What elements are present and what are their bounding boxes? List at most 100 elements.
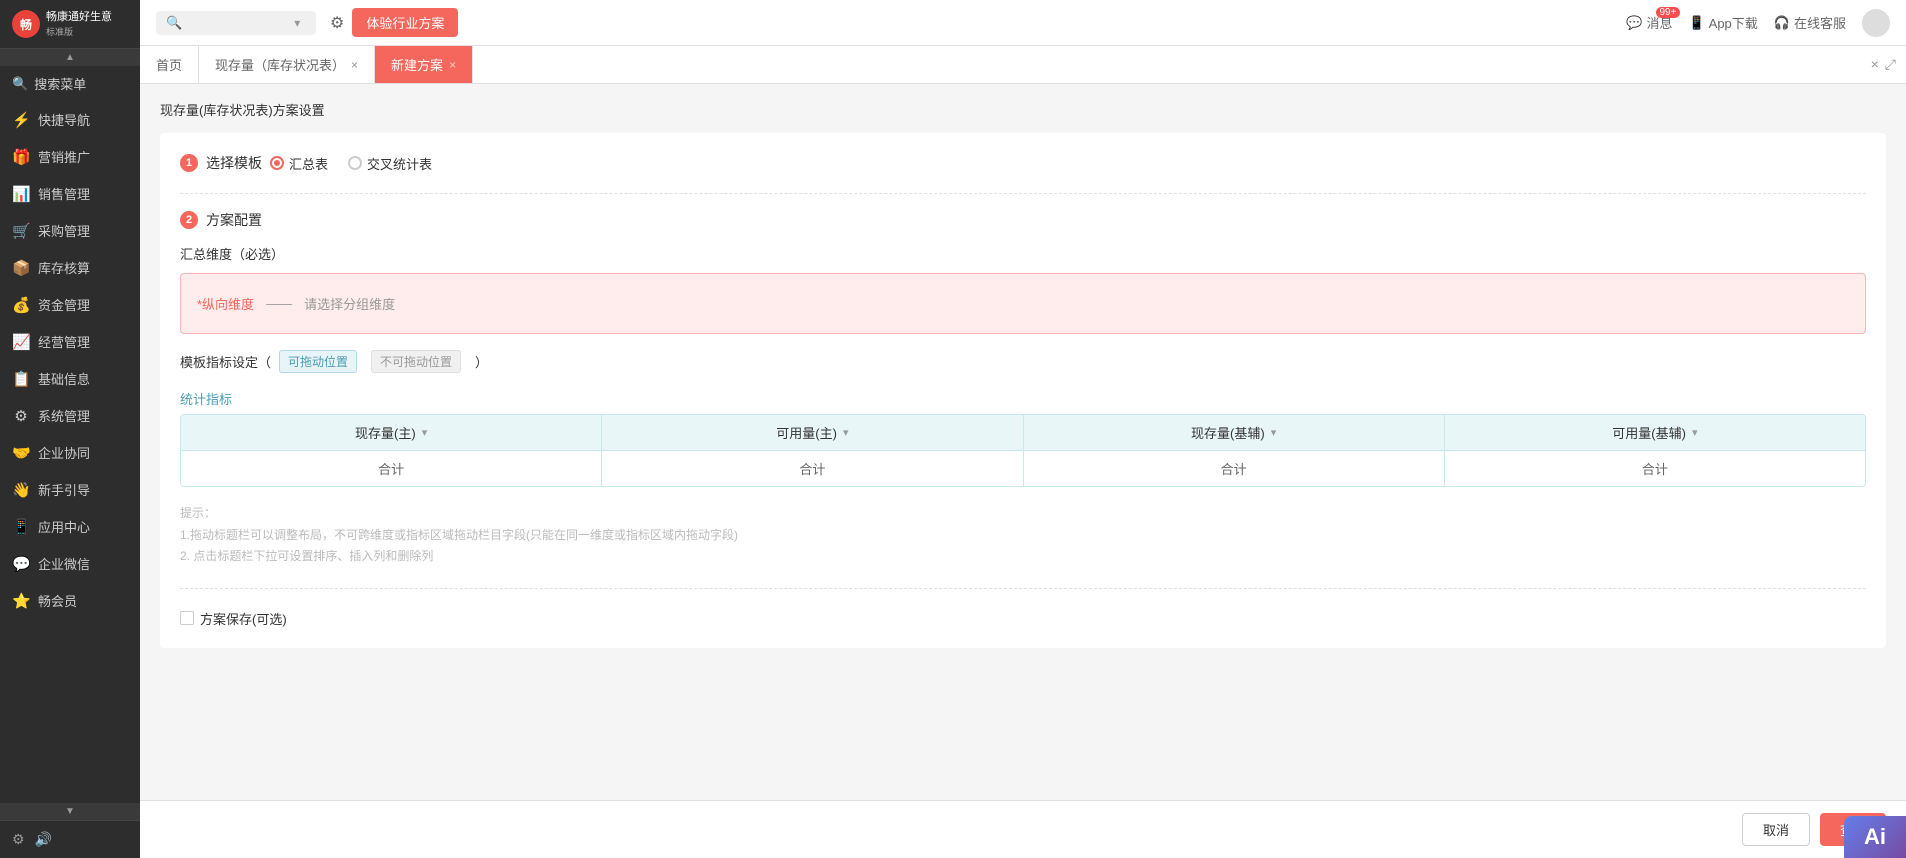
sidebar-item-enterprise[interactable]: 🤝 企业协同 xyxy=(0,434,140,471)
ai-badge[interactable]: Ai xyxy=(1844,816,1906,858)
finance-icon: 💰 xyxy=(12,296,30,314)
dimension-row: *纵向维度 —— 请选择分组维度 xyxy=(197,294,1849,313)
app-download-icon: 📱 xyxy=(1688,15,1704,31)
radio-cross-circle xyxy=(348,156,362,170)
save-option: 方案保存(可选) xyxy=(180,609,1866,628)
topbar-right: 💬 消息 99+ 📱 App下载 🎧 在线客服 xyxy=(1626,9,1890,37)
sidebar-system-label: 系统管理 xyxy=(38,406,90,425)
sidebar-quick-nav-label: 快捷导航 xyxy=(38,110,90,129)
stats-header-row: 现存量(主) ▾ 可用量(主) ▾ 现存量(基辅) ▾ xyxy=(181,415,1865,450)
app-name: 畅康通好生意 xyxy=(46,10,112,24)
topbar-gear-icon[interactable]: ⚙ xyxy=(330,13,344,33)
sidebar-marketing-label: 营销推广 xyxy=(38,147,90,166)
step1-title: 选择模板 xyxy=(206,153,262,173)
stats-data-1: 合计 xyxy=(181,450,602,486)
tabs-bar: 首页 现存量（库存状况表） × 新建方案 × × ⤢ xyxy=(140,46,1906,84)
stats-col-2-chevron[interactable]: ▾ xyxy=(843,426,849,439)
summary-dimension-label: 汇总维度（必选） xyxy=(180,244,1866,263)
stats-data-4: 合计 xyxy=(1445,450,1865,486)
settings-icon[interactable]: ⚙ xyxy=(12,831,25,848)
radio-summary[interactable]: 汇总表 xyxy=(270,154,328,173)
wechat-icon: 💬 xyxy=(12,555,30,573)
template-radio-group: 汇总表 交叉统计表 xyxy=(270,154,432,173)
sidebar-search-label: 搜索菜单 xyxy=(34,74,86,93)
app-download-btn[interactable]: 📱 App下载 xyxy=(1688,13,1757,32)
settings-card: 1 选择模板 汇总表 交叉统计表 xyxy=(160,133,1886,648)
save-divider xyxy=(180,588,1866,589)
radio-cross-label: 交叉统计表 xyxy=(367,154,432,173)
sidebar-item-quick-nav[interactable]: ⚡ 快捷导航 xyxy=(0,101,140,138)
tips-title: 提示： xyxy=(180,506,216,520)
cancel-button[interactable]: 取消 xyxy=(1742,813,1810,846)
app-center-icon: 📱 xyxy=(12,518,30,536)
radio-summary-label: 汇总表 xyxy=(289,154,328,173)
save-option-label: 方案保存(可选) xyxy=(200,609,287,628)
member-icon: ⭐ xyxy=(12,592,30,610)
sidebar-item-app-center[interactable]: 📱 应用中心 xyxy=(0,508,140,545)
topbar-search-input[interactable] xyxy=(188,16,288,30)
tag-draggable: 可拖动位置 xyxy=(279,350,357,373)
message-btn[interactable]: 💬 消息 99+ xyxy=(1626,13,1672,32)
step2-header: 2 方案配置 xyxy=(180,210,1866,230)
stats-col-4-label: 可用量(基辅) xyxy=(1612,423,1686,442)
stats-col-1[interactable]: 现存量(主) ▾ xyxy=(181,415,602,450)
topbar-search-icon: 🔍 xyxy=(166,15,182,31)
radio-cross[interactable]: 交叉统计表 xyxy=(348,154,432,173)
sidebar-scroll-up[interactable]: ▲ xyxy=(0,49,140,66)
sidebar-item-system[interactable]: ⚙ 系统管理 xyxy=(0,397,140,434)
sidebar-scroll-down[interactable]: ▼ xyxy=(0,803,140,820)
sidebar-item-wechat[interactable]: 💬 企业微信 xyxy=(0,545,140,582)
tab-collapse-icon[interactable]: × xyxy=(1871,56,1879,73)
message-badge: 99+ xyxy=(1656,7,1681,18)
tab-new-plan[interactable]: 新建方案 × xyxy=(375,46,473,83)
sidebar-item-basic-info[interactable]: 📋 基础信息 xyxy=(0,360,140,397)
stats-col-3-chevron[interactable]: ▾ xyxy=(1271,426,1277,439)
sidebar-item-marketing[interactable]: 🎁 营销推广 xyxy=(0,138,140,175)
stats-section: 统计指标 现存量(主) ▾ 可用量(主) ▾ xyxy=(180,389,1866,487)
sidebar-item-inventory[interactable]: 📦 库存核算 xyxy=(0,249,140,286)
topbar-search-bar[interactable]: 🔍 ▾ xyxy=(156,11,316,35)
sidebar-bottom: ⚙ 🔊 xyxy=(0,820,140,858)
sidebar-item-management[interactable]: 📈 经营管理 xyxy=(0,323,140,360)
dimension-box[interactable]: *纵向维度 —— 请选择分组维度 xyxy=(180,273,1866,334)
stats-col-3[interactable]: 现存量(基辅) ▾ xyxy=(1024,415,1445,450)
stats-col-1-chevron[interactable]: ▾ xyxy=(422,426,428,439)
sidebar-wechat-label: 企业微信 xyxy=(38,554,90,573)
topbar-left: 🔍 ▾ ⚙ 体验行业方案 xyxy=(156,8,1616,37)
tab-home[interactable]: 首页 xyxy=(140,46,199,83)
sidebar-item-guide[interactable]: 👋 新手引导 xyxy=(0,471,140,508)
sidebar-item-search[interactable]: 🔍 搜索菜单 xyxy=(0,66,140,101)
stats-data-2: 合计 xyxy=(602,450,1023,486)
step2-section: 2 方案配置 汇总维度（必选） *纵向维度 —— 请选择分组维度 xyxy=(180,210,1866,568)
sidebar: 畅 畅康通好生意 标准版 ▲ 🔍 搜索菜单 ⚡ 快捷导航 🎁 营销推广 📊 销售… xyxy=(0,0,140,858)
topbar-dropdown-icon[interactable]: ▾ xyxy=(294,16,300,30)
industry-btn[interactable]: 体验行业方案 xyxy=(352,8,458,37)
sidebar-enterprise-label: 企业协同 xyxy=(38,443,90,462)
user-avatar[interactable] xyxy=(1862,9,1890,37)
tab-inventory-label: 现存量（库存状况表） xyxy=(215,55,345,74)
sidebar-item-finance[interactable]: 💰 资金管理 xyxy=(0,286,140,323)
stats-table: 现存量(主) ▾ 可用量(主) ▾ 现存量(基辅) ▾ xyxy=(180,414,1866,487)
indicator-settings: 模板指标设定（ 可拖动位置 不可拖动位置 ） xyxy=(180,350,1866,373)
system-icon: ⚙ xyxy=(12,407,30,425)
tab-inventory-close[interactable]: × xyxy=(351,58,358,72)
tab-inventory[interactable]: 现存量（库存状况表） × xyxy=(199,46,375,83)
app-download-label: App下载 xyxy=(1709,13,1758,32)
sidebar-item-purchase[interactable]: 🛒 采购管理 xyxy=(0,212,140,249)
stats-col-4-chevron[interactable]: ▾ xyxy=(1692,426,1698,439)
sound-icon[interactable]: 🔊 xyxy=(35,831,52,848)
tab-expand-icon[interactable]: ⤢ xyxy=(1885,56,1896,73)
service-label: 在线客服 xyxy=(1794,13,1846,32)
sidebar-item-sales[interactable]: 📊 销售管理 xyxy=(0,175,140,212)
dimension-divider: —— xyxy=(266,296,292,311)
tip-item-2: 2. 点击标题栏下拉可设置排序、插入列和删除列 xyxy=(180,546,1866,568)
sidebar-item-member[interactable]: ⭐ 畅会员 xyxy=(0,582,140,619)
stats-data-3: 合计 xyxy=(1024,450,1445,486)
stats-data-row: 合计 合计 合计 合计 xyxy=(181,450,1865,486)
online-service-btn[interactable]: 🎧 在线客服 xyxy=(1774,13,1846,32)
quick-nav-icon: ⚡ xyxy=(12,111,30,129)
stats-col-4[interactable]: 可用量(基辅) ▾ xyxy=(1445,415,1865,450)
tab-new-plan-close[interactable]: × xyxy=(449,58,456,72)
stats-col-2[interactable]: 可用量(主) ▾ xyxy=(602,415,1023,450)
save-checkbox[interactable] xyxy=(180,611,194,625)
